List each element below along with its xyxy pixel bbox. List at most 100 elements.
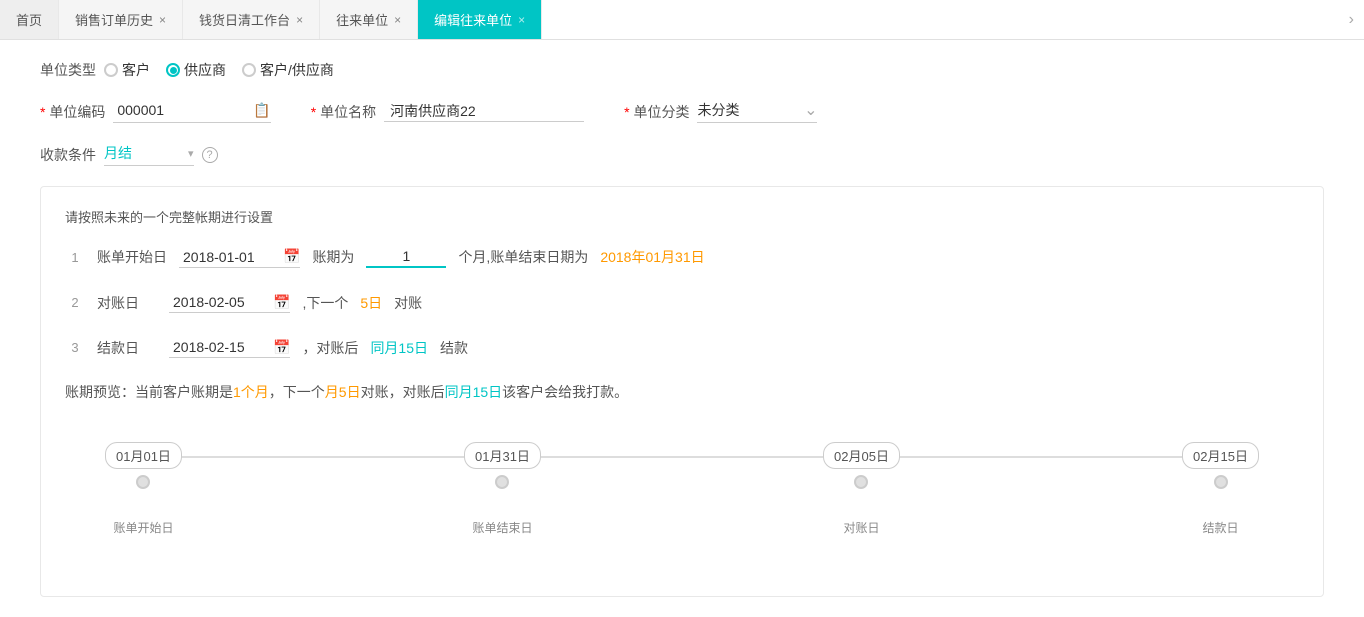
- start-date-calendar-icon[interactable]: 📅: [283, 248, 300, 265]
- unit-code-copy-icon[interactable]: 📋: [253, 102, 270, 119]
- timeline-dot-2: [495, 475, 509, 489]
- row-num-3: 3: [65, 340, 85, 355]
- radio-both-label: 客户/供应商: [260, 60, 334, 80]
- preview-text: 账期预览：当前客户账期是1个月，下一个月5日对账，对账后同月15日该客户会给我打…: [65, 382, 1299, 402]
- reconcile-desc-before: ,下一个: [302, 293, 348, 313]
- unit-info-row: 单位编码 📋 单位名称 单位分类 未分类 ⌄: [40, 100, 1324, 123]
- timeline-label-2: 账单结束日: [472, 519, 532, 536]
- timeline-label-4: 结款日: [1203, 519, 1239, 536]
- panel-title: 请按照未来的一个完整帐期进行设置: [65, 207, 1299, 226]
- payment-condition-arrow-icon: ▾: [188, 147, 194, 160]
- payment-date-input-wrap: 📅: [169, 337, 290, 358]
- payment-desc-before: ，对账后: [302, 338, 358, 358]
- preview-suffix: 该客户会给我打款。: [502, 384, 628, 400]
- row-label-2: 对账日: [97, 293, 157, 313]
- timeline: 01月01日 账单开始日 01月31日 账单结束日 02月05日 对账日: [65, 426, 1299, 576]
- payment-highlight: 同月15日: [370, 338, 428, 358]
- timeline-node-1: 01月01日 账单开始日: [105, 442, 182, 536]
- page-content: 单位类型 客户 供应商 客户/供应商 单位编码: [0, 40, 1364, 617]
- timeline-dot-1: [136, 475, 150, 489]
- tab-edit-partner-label: 编辑往来单位: [434, 10, 512, 29]
- unit-type-radio-group: 客户 供应商 客户/供应商: [104, 60, 334, 80]
- tab-home[interactable]: 首页: [0, 0, 59, 39]
- tabs-bar: 首页 销售订单历史 × 钱货日清工作台 × 往来单位 × 编辑往来单位 × ›: [0, 0, 1364, 40]
- timeline-node-3: 02月05日 对账日: [823, 442, 900, 536]
- tab-sales-order-history[interactable]: 销售订单历史 ×: [59, 0, 183, 39]
- row-label-1: 账单开始日: [97, 247, 167, 267]
- tab-sales-close-icon[interactable]: ×: [159, 13, 166, 27]
- tab-cash-work-table[interactable]: 钱货日清工作台 ×: [183, 0, 320, 39]
- period-desc-before: 账期为: [312, 247, 354, 267]
- tab-home-label: 首页: [16, 10, 42, 29]
- payment-date-calendar-icon[interactable]: 📅: [273, 339, 290, 356]
- reconcile-date-input[interactable]: [169, 292, 269, 312]
- reconcile-highlight: 5日: [360, 293, 382, 313]
- payment-date-input[interactable]: [169, 337, 269, 357]
- preview-part3: 对账，对账后: [361, 384, 445, 400]
- radio-customer[interactable]: 客户: [104, 60, 150, 80]
- timeline-node-4: 02月15日 结款日: [1182, 442, 1259, 536]
- radio-supplier-circle: [166, 63, 180, 77]
- unit-name-group: 单位名称: [311, 101, 584, 122]
- unit-name-label: 单位名称: [311, 102, 376, 122]
- unit-category-label: 单位分类: [624, 102, 689, 122]
- timeline-badge-3: 02月05日: [823, 442, 900, 469]
- start-date-input-wrap: 📅: [179, 247, 300, 268]
- preview-reconcile-day: 月5日: [325, 384, 361, 400]
- tab-partner-close-icon[interactable]: ×: [394, 13, 401, 27]
- period-desc-after: 个月,账单结束日期为: [458, 247, 588, 267]
- config-row-1: 1 账单开始日 📅 账期为 个月,账单结束日期为 2018年01月31日: [65, 246, 1299, 268]
- config-row-2: 2 对账日 📅 ,下一个 5日 对账: [65, 292, 1299, 313]
- timeline-badge-4: 02月15日: [1182, 442, 1259, 469]
- tab-edit-partner-close-icon[interactable]: ×: [518, 13, 525, 27]
- radio-both[interactable]: 客户/供应商: [242, 60, 334, 80]
- preview-section: 账期预览：当前客户账期是1个月，下一个月5日对账，对账后同月15日该客户会给我打…: [65, 382, 1299, 576]
- unit-name-input[interactable]: [384, 101, 584, 122]
- unit-code-input[interactable]: [113, 100, 253, 120]
- help-icon[interactable]: ?: [202, 147, 218, 163]
- tab-cash-close-icon[interactable]: ×: [296, 13, 303, 27]
- reconcile-desc-after: 对账: [394, 293, 422, 313]
- tabs-scroll-right[interactable]: ›: [1339, 0, 1364, 39]
- payment-condition-group: 收款条件 月结 ▾ ?: [40, 143, 218, 166]
- tab-edit-partner[interactable]: 编辑往来单位 ×: [418, 0, 542, 39]
- timeline-nodes: 01月01日 账单开始日 01月31日 账单结束日 02月05日 对账日: [105, 442, 1259, 536]
- payment-condition-label: 收款条件: [40, 145, 96, 165]
- reconcile-date-input-wrap: 📅: [169, 292, 290, 313]
- row-label-3: 结款日: [97, 338, 157, 358]
- radio-supplier[interactable]: 供应商: [166, 60, 226, 80]
- tab-cash-label: 钱货日清工作台: [199, 10, 290, 29]
- preview-period: 1个月: [233, 384, 269, 400]
- start-date-input[interactable]: [179, 247, 279, 267]
- reconcile-date-calendar-icon[interactable]: 📅: [273, 294, 290, 311]
- unit-code-label: 单位编码: [40, 102, 105, 122]
- preview-payment-day: 同月15日: [445, 384, 503, 400]
- timeline-label-1: 账单开始日: [113, 519, 173, 536]
- preview-part2: ，下一个: [269, 384, 325, 400]
- radio-supplier-label: 供应商: [184, 60, 226, 80]
- settings-panel: 请按照未来的一个完整帐期进行设置 1 账单开始日 📅 账期为 个月,账单结束日期…: [40, 186, 1324, 597]
- timeline-badge-1: 01月01日: [105, 442, 182, 469]
- unit-category-group: 单位分类 未分类 ⌄: [624, 100, 817, 123]
- payment-condition-value: 月结: [104, 143, 184, 163]
- unit-category-arrow-icon: ⌄: [804, 100, 817, 120]
- timeline-label-3: 对账日: [843, 519, 879, 536]
- period-end-date: 2018年01月31日: [600, 247, 704, 267]
- unit-category-dropdown[interactable]: 未分类 ⌄: [697, 100, 817, 123]
- row-num-1: 1: [65, 250, 85, 265]
- config-row-3: 3 结款日 📅 ，对账后 同月15日 结款: [65, 337, 1299, 358]
- preview-prefix: 账期预览：当前客户账期是: [65, 384, 233, 400]
- unit-type-group: 单位类型 客户 供应商 客户/供应商: [40, 60, 334, 80]
- unit-type-label: 单位类型: [40, 60, 96, 80]
- tab-partner-list[interactable]: 往来单位 ×: [320, 0, 418, 39]
- period-value-input[interactable]: [366, 246, 446, 268]
- row-num-2: 2: [65, 295, 85, 310]
- unit-type-row: 单位类型 客户 供应商 客户/供应商: [40, 60, 1324, 80]
- payment-condition-row: 收款条件 月结 ▾ ?: [40, 143, 1324, 166]
- timeline-dot-3: [854, 475, 868, 489]
- timeline-dot-4: [1214, 475, 1228, 489]
- radio-both-circle: [242, 63, 256, 77]
- unit-category-value: 未分类: [697, 100, 800, 120]
- payment-condition-select[interactable]: 月结 ▾: [104, 143, 194, 166]
- payment-desc-after: 结款: [440, 338, 468, 358]
